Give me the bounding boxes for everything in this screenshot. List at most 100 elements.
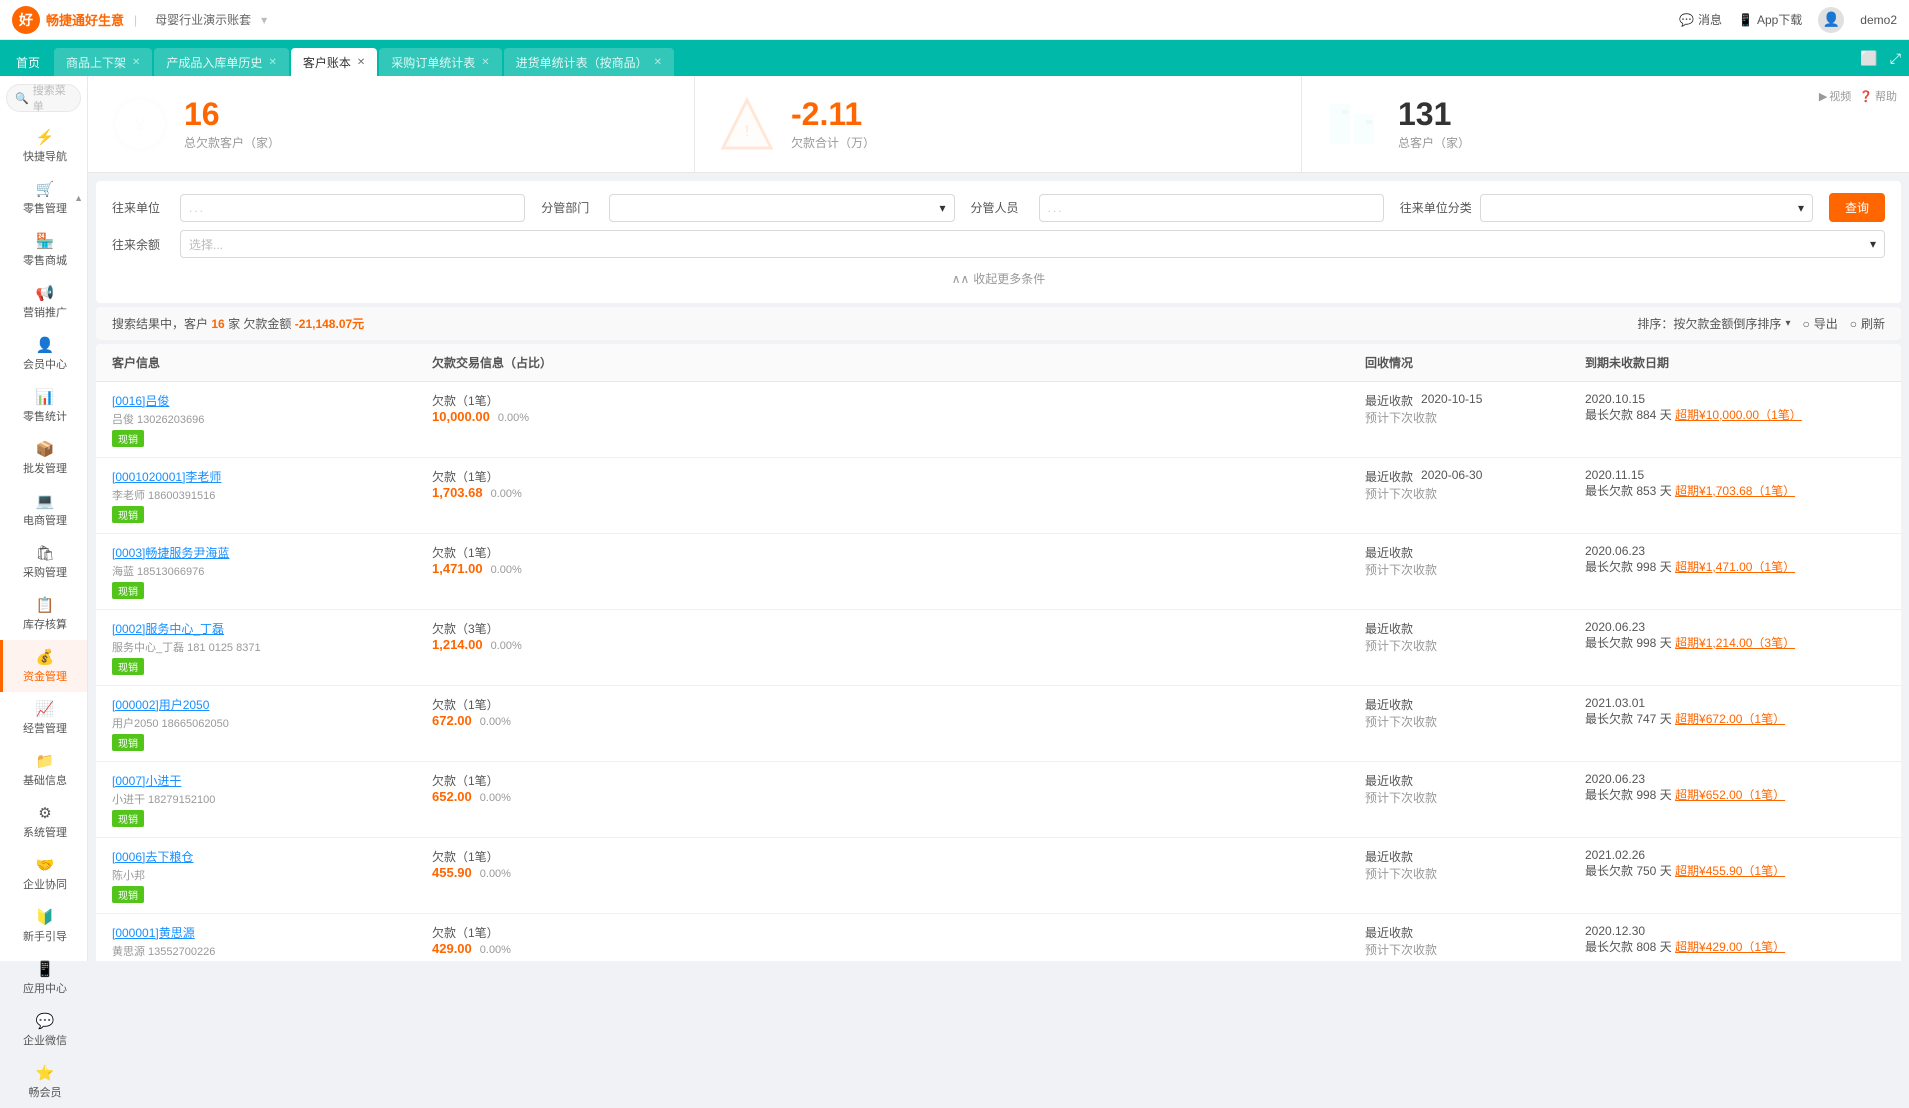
tab-inventory[interactable]: 进货单统计表（按商品） ✕ xyxy=(504,48,674,76)
due-date-cell: 2020.11.15 最长欠款 853 天 超期¥1,703.68（1笔） xyxy=(1585,468,1885,499)
overdue-link[interactable]: 超期¥1,703.68（1笔） xyxy=(1675,484,1795,498)
overdue-link[interactable]: 超期¥1,471.00（1笔） xyxy=(1675,560,1795,574)
sidebar-item-label: 营销推广 xyxy=(23,304,67,320)
help-btn[interactable]: ❓ 帮助 xyxy=(1859,88,1897,104)
sidebar-item-basic[interactable]: 📁 基础信息 xyxy=(0,744,87,796)
message-btn[interactable]: 💬 消息 xyxy=(1679,11,1722,28)
user-avatar[interactable]: 👤 xyxy=(1818,7,1844,33)
sidebar-item-business[interactable]: 📈 经营管理 xyxy=(0,692,87,744)
sidebar-item-enterprise[interactable]: 🤝 企业协同 xyxy=(0,848,87,900)
debt-desc: 欠款（3笔） xyxy=(432,620,1365,637)
customer-tag: 现销 xyxy=(112,886,144,903)
sidebar-item-vip[interactable]: ⭐ 畅会员 xyxy=(0,1056,87,1108)
marketing-icon: 📢 xyxy=(36,284,55,302)
tab-customer-label: 客户账本 xyxy=(303,54,351,71)
tab-home[interactable]: 首页 xyxy=(4,48,52,76)
close-icon[interactable]: ✕ xyxy=(654,57,662,68)
stat-value-debtor: 16 xyxy=(184,98,670,130)
overdue-link[interactable]: 超期¥652.00（1笔） xyxy=(1675,788,1785,802)
overdue-link[interactable]: 超期¥10,000.00（1笔） xyxy=(1675,408,1802,422)
minimize-icon[interactable]: ⬜ xyxy=(1856,48,1881,69)
sidebar-item-newguide[interactable]: 🔰 新手引导 xyxy=(0,900,87,952)
close-icon[interactable]: ✕ xyxy=(268,57,276,68)
customer-tag: 现销 xyxy=(112,582,144,599)
close-icon[interactable]: ✕ xyxy=(357,57,365,68)
customer-name-link[interactable]: [000002]用户2050 xyxy=(112,696,432,713)
overdue-link[interactable]: 超期¥429.00（1笔） xyxy=(1675,940,1785,954)
sidebar-item-member[interactable]: 👤 会员中心 xyxy=(0,328,87,380)
debt-cell: 欠款（1笔） 1,703.680.00% xyxy=(432,468,1365,500)
sidebar-search[interactable]: 🔍 搜索菜单 xyxy=(6,84,81,112)
sidebar-item-system[interactable]: ⚙ 系统管理 xyxy=(0,796,87,848)
person-input[interactable]: ... xyxy=(1039,194,1384,222)
customer-name-link[interactable]: [0001020001]李老师 xyxy=(112,468,432,485)
tab-goods[interactable]: 商品上下架 ✕ xyxy=(54,48,152,76)
chevron-down-icon: ▾ xyxy=(1870,237,1876,251)
customer-cell: [0016]吕俊 吕俊 13026203696 现销 xyxy=(112,392,432,447)
customer-name-link[interactable]: [0002]服务中心_丁磊 xyxy=(112,620,432,637)
overdue-days: 最长欠款 808 天 xyxy=(1585,940,1672,954)
collapse-row[interactable]: ∧∧ 收起更多条件 xyxy=(112,266,1885,291)
overdue-link[interactable]: 超期¥455.90（1笔） xyxy=(1675,864,1785,878)
stat-card-debtor: ¥ 16 总欠款客户（家） xyxy=(88,76,695,172)
debt-percent: 0.00% xyxy=(480,868,511,880)
col-debt-info: 欠款交易信息（占比） xyxy=(432,354,1365,371)
video-btn[interactable]: ▶ 视频 xyxy=(1819,88,1851,104)
customer-cell: [0007]小进干 小进干 18279152100 现销 xyxy=(112,772,432,827)
stat-label-debtor: 总欠款客户（家） xyxy=(184,134,670,151)
next-collect-label: 预计下次收款 xyxy=(1365,409,1585,426)
customer-name-link[interactable]: [0007]小进干 xyxy=(112,772,432,789)
table-container: 客户信息 欠款交易信息（占比） 回收情况 到期未收款日期 [0016]吕俊 吕俊… xyxy=(96,344,1901,961)
export-label: 导出 xyxy=(1814,315,1838,332)
sidebar-item-retail-stats[interactable]: 📊 零售统计 xyxy=(0,380,87,432)
customer-name-link[interactable]: [0006]去下粮仓 xyxy=(112,848,432,865)
app-download-btn[interactable]: 📱 App下载 xyxy=(1738,11,1802,28)
tab-customer[interactable]: 客户账本 ✕ xyxy=(291,48,377,76)
dept-select[interactable]: ▾ xyxy=(609,194,954,222)
overdue-link[interactable]: 超期¥672.00（1笔） xyxy=(1675,712,1785,726)
next-collect-label: 预计下次收款 xyxy=(1365,637,1585,654)
dept-label: 分管部门 xyxy=(541,199,601,216)
last-collect-label: 最近收款 xyxy=(1365,696,1413,713)
chevron-down-icon: ▾ xyxy=(1798,201,1804,215)
sidebar-item-inventory[interactable]: 📋 库存核算 xyxy=(0,588,87,640)
search-button[interactable]: 查询 xyxy=(1829,193,1885,222)
sidebar-item-label: 新手引导 xyxy=(23,928,67,944)
stat-value-amount: -2.11 xyxy=(791,98,1277,130)
export-btn[interactable]: ○ 导出 xyxy=(1802,315,1837,332)
tab-purchase[interactable]: 采购订单统计表 ✕ xyxy=(379,48,501,76)
next-collect-label: 预计下次收款 xyxy=(1365,789,1585,806)
tab-production[interactable]: 产成品入库单历史 ✕ xyxy=(154,48,288,76)
sidebar-item-quick[interactable]: ⚡ 快捷导航 xyxy=(0,120,87,172)
sidebar-item-ecommerce[interactable]: 💻 电商管理 xyxy=(0,484,87,536)
sidebar-item-label: 经营管理 xyxy=(23,720,67,736)
customer-name-link[interactable]: [0003]畅捷服务尹海蓝 xyxy=(112,544,432,561)
sidebar-item-appcenter[interactable]: 📱 应用中心 xyxy=(0,952,87,1004)
collection-cell: 最近收款 预计下次收款 xyxy=(1365,924,1585,958)
customer-cell: [0006]去下粮仓 陈小邦 现销 xyxy=(112,848,432,903)
sidebar-item-wechat[interactable]: 💬 企业微信 xyxy=(0,1004,87,1056)
sidebar-item-batch-mgmt[interactable]: 📦 批发管理 xyxy=(0,432,87,484)
sidebar-item-marketing[interactable]: 📢 营销推广 xyxy=(0,276,87,328)
table-row: [0007]小进干 小进干 18279152100 现销 欠款（1笔） 652.… xyxy=(96,762,1901,838)
sort-select[interactable]: 排序：按欠款金额倒序排序 ▾ xyxy=(1637,315,1790,332)
refresh-btn[interactable]: ○ 刷新 xyxy=(1850,315,1885,332)
result-prefix: 搜索结果中，客户 xyxy=(112,317,208,331)
customer-name-link[interactable]: [000001]黄思源 xyxy=(112,924,432,941)
maximize-icon[interactable]: ⤢ xyxy=(1886,48,1905,69)
sidebar-item-label: 系统管理 xyxy=(23,824,67,840)
sidebar-item-retail-mgmt[interactable]: 🛒 零售管理 ▲ xyxy=(0,172,87,224)
overdue-link[interactable]: 超期¥1,214.00（3笔） xyxy=(1675,636,1795,650)
unit-class-select[interactable]: ▾ xyxy=(1480,194,1813,222)
sidebar-item-finance[interactable]: 💰 资金管理 xyxy=(0,640,87,692)
table-row: [0016]吕俊 吕俊 13026203696 现销 欠款（1笔） 10,000… xyxy=(96,382,1901,458)
close-icon[interactable]: ✕ xyxy=(481,57,489,68)
balance-select[interactable]: 选择... ▾ xyxy=(180,230,1885,258)
sidebar-item-purchase[interactable]: 🛍 采购管理 xyxy=(0,536,87,588)
customer-name-link[interactable]: [0016]吕俊 xyxy=(112,392,432,409)
source-unit-input[interactable]: ... xyxy=(180,194,525,222)
sidebar-top: 🔍 搜索菜单 xyxy=(0,76,87,120)
table-row: [000002]用户2050 用户2050 18665062050 现销 欠款（… xyxy=(96,686,1901,762)
close-icon[interactable]: ✕ xyxy=(132,57,140,68)
sidebar-item-retail-shop[interactable]: 🏪 零售商城 xyxy=(0,224,87,276)
